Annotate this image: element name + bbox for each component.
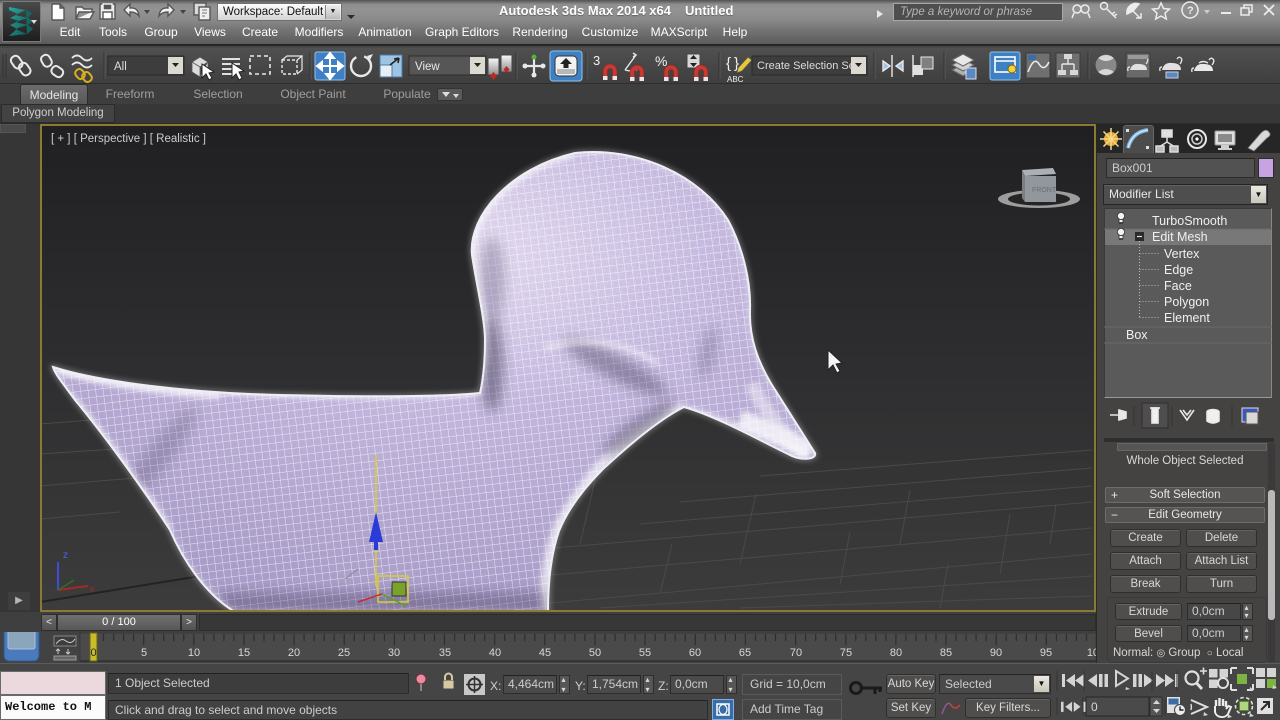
svg-text:3: 3 <box>593 53 600 68</box>
svg-text:25: 25 <box>338 647 350 659</box>
svg-text:100: 100 <box>1087 647 1096 659</box>
svg-text:55: 55 <box>639 647 651 659</box>
svg-text:60: 60 <box>689 647 701 659</box>
svg-text:[ + ] [ Perspective ] [ Realis: [ + ] [ Perspective ] [ Realistic ] <box>51 133 206 145</box>
svg-text:Edge: Edge <box>1164 263 1193 277</box>
svg-text:40: 40 <box>489 647 501 659</box>
svg-text:80: 80 <box>890 647 902 659</box>
svg-text:%: % <box>655 53 667 69</box>
svg-text:95: 95 <box>1040 647 1052 659</box>
svg-text:75: 75 <box>840 647 852 659</box>
svg-text:FRONT: FRONT <box>1032 187 1057 194</box>
svg-text:5: 5 <box>141 647 147 659</box>
svg-text:Element: Element <box>1164 311 1210 325</box>
svg-text:Edit Mesh: Edit Mesh <box>1152 230 1208 244</box>
svg-text:Face: Face <box>1164 279 1192 293</box>
svg-text:0: 0 <box>1091 700 1098 714</box>
svg-text:50: 50 <box>589 647 601 659</box>
svg-text:70: 70 <box>790 647 802 659</box>
svg-text:ABC: ABC <box>727 75 744 84</box>
svg-text:TurboSmooth: TurboSmooth <box>1152 214 1227 228</box>
svg-text:View: View <box>415 61 440 73</box>
svg-text:Polygon: Polygon <box>1164 295 1209 309</box>
svg-text:20: 20 <box>288 647 300 659</box>
svg-text:z: z <box>63 550 68 561</box>
svg-text:Box: Box <box>1126 328 1148 342</box>
svg-text:35: 35 <box>439 647 451 659</box>
svg-text:Vertex: Vertex <box>1164 247 1200 261</box>
svg-text:30: 30 <box>388 647 400 659</box>
svg-text:0: 0 <box>90 647 96 659</box>
svg-text:x: x <box>90 584 95 594</box>
svg-text:45: 45 <box>539 647 551 659</box>
svg-text:?: ? <box>1187 5 1194 17</box>
svg-text:90: 90 <box>990 647 1002 659</box>
svg-text:Create Selection Se: Create Selection Se <box>757 60 855 72</box>
svg-text:10: 10 <box>188 647 200 659</box>
svg-text:85: 85 <box>940 647 952 659</box>
svg-text:65: 65 <box>739 647 751 659</box>
svg-text:All: All <box>114 61 127 73</box>
svg-text:15: 15 <box>238 647 250 659</box>
svg-text:{ }: { } <box>726 55 739 72</box>
